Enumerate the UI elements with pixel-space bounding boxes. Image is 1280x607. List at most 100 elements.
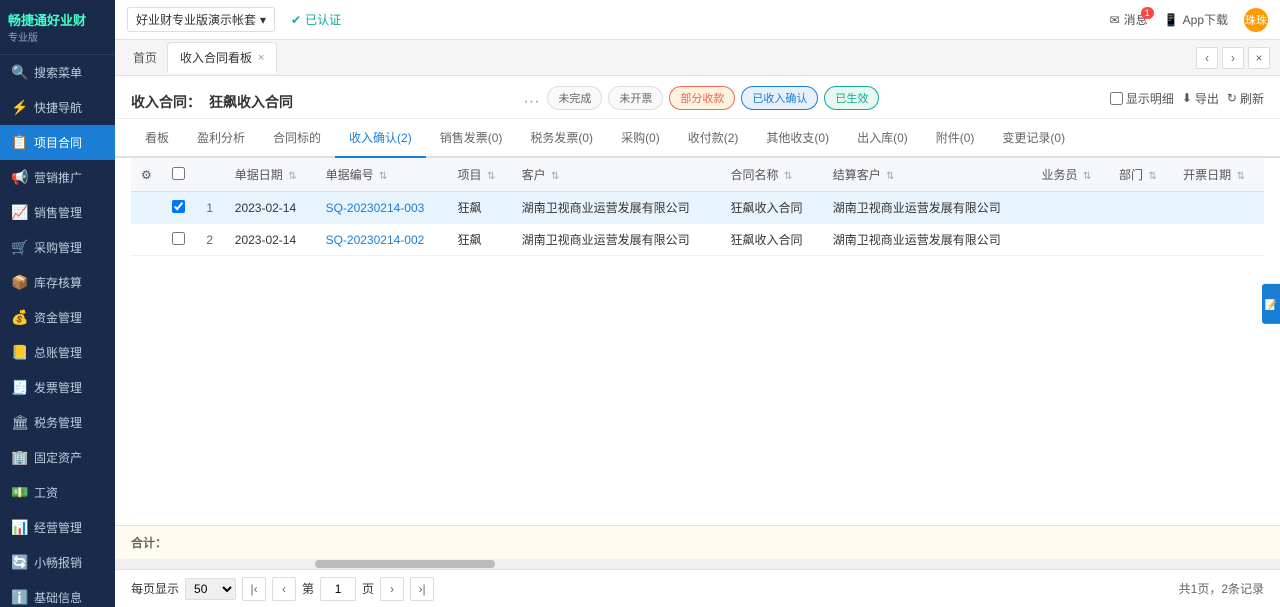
order-link[interactable]: SQ-20230214-003: [326, 201, 425, 215]
more-icon[interactable]: ···: [523, 93, 539, 111]
nav-icon: 🛒: [12, 240, 28, 256]
subtab-收入确认(2)[interactable]: 收入确认(2): [335, 119, 426, 158]
sidebar-item-快捷导航[interactable]: ⚡ 快捷导航: [0, 90, 115, 125]
row-order-no[interactable]: SQ-20230214-003: [316, 192, 448, 224]
show-detail-label[interactable]: 显示明细: [1110, 90, 1174, 107]
nav-label: 销售管理: [34, 204, 82, 221]
download-icon: 📱: [1164, 13, 1179, 27]
status-btn-未完成[interactable]: 未完成: [547, 86, 602, 110]
sidebar-item-营销推广[interactable]: 📢营销推广: [0, 160, 115, 195]
sidebar-item-工资[interactable]: 💵工资: [0, 475, 115, 510]
nav-icon: 📢: [12, 170, 28, 186]
nav-label: 搜索菜单: [34, 64, 82, 81]
tab-prev-button[interactable]: ‹: [1196, 47, 1218, 69]
user-avatar-area[interactable]: 珠珠: [1244, 8, 1268, 32]
tab-close-icon[interactable]: ×: [258, 52, 264, 64]
row-checkbox[interactable]: [172, 232, 185, 245]
next-page-button[interactable]: ›: [380, 577, 404, 601]
sidebar-item-搜索菜单[interactable]: 🔍搜索菜单: [0, 55, 115, 90]
col-department: 部门 ⇅: [1109, 158, 1173, 192]
nav-icon: 🧾: [12, 380, 28, 396]
sidebar-item-总账管理[interactable]: 📒总账管理: [0, 335, 115, 370]
home-tab[interactable]: 首页: [125, 43, 165, 72]
col-contract-name: 合同名称 ⇅: [720, 158, 822, 192]
nav-label: 项目合同: [34, 134, 82, 151]
sidebar-item-销售管理[interactable]: 📈销售管理: [0, 195, 115, 230]
col-project: 项目 ⇅: [447, 158, 511, 192]
tab-close-button[interactable]: ×: [1248, 47, 1270, 69]
side-note-icon[interactable]: 📝: [1262, 283, 1280, 323]
message-badge: 1: [1141, 7, 1154, 19]
subtab-看板[interactable]: 看板: [131, 119, 183, 158]
company-name: 好业财专业版演示帐套: [136, 11, 256, 28]
table-row[interactable]: 2 2023-02-14 SQ-20230214-002 狂飙 湖南卫视商业运营…: [131, 224, 1264, 256]
last-page-button[interactable]: ›|: [410, 577, 434, 601]
subtab-税务发票(0)[interactable]: 税务发票(0): [516, 119, 607, 158]
subtab-收付款(2)[interactable]: 收付款(2): [674, 119, 753, 158]
nav-icon: ⚡: [12, 100, 28, 116]
nav-label: 发票管理: [34, 379, 82, 396]
sidebar-item-小畅报销[interactable]: 🔄小畅报销: [0, 545, 115, 580]
company-selector[interactable]: 好业财专业版演示帐套 ▾: [127, 7, 275, 32]
subtab-其他收支(0)[interactable]: 其他收支(0): [752, 119, 843, 158]
prev-page-button[interactable]: ‹: [272, 577, 296, 601]
table-header-row: ⚙ 单据日期 ⇅ 单据编号 ⇅ 项目 ⇅ 客户 ⇅ 合同名称 ⇅ 结算客户 ⇅ …: [131, 158, 1264, 192]
sidebar-item-资金管理[interactable]: 💰资金管理: [0, 300, 115, 335]
page-size-select[interactable]: 50 20 100: [185, 578, 236, 600]
row-contract-name: 狂飙收入合同: [720, 224, 822, 256]
status-btn-未开票[interactable]: 未开票: [608, 86, 663, 110]
subtab-出入库(0)[interactable]: 出入库(0): [843, 119, 922, 158]
sidebar-item-基础信息[interactable]: ℹ️基础信息: [0, 580, 115, 607]
col-checkbox: [162, 158, 195, 192]
subtab-合同标的[interactable]: 合同标的: [259, 119, 335, 158]
nav-label: 快捷导航: [34, 99, 82, 116]
page-input[interactable]: [320, 577, 356, 601]
sidebar-item-库存核算[interactable]: 📦库存核算: [0, 265, 115, 300]
row-checkbox-cell[interactable]: [162, 224, 195, 256]
row-checkbox-cell[interactable]: [162, 192, 195, 224]
scrollbar-thumb[interactable]: [315, 560, 495, 568]
active-tab[interactable]: 收入合同看板 ×: [167, 42, 277, 73]
nav-icon: 🏛: [12, 415, 28, 431]
export-button[interactable]: ⬇ 导出: [1182, 90, 1219, 107]
refresh-button[interactable]: ↻ 刷新: [1227, 90, 1264, 107]
topbar-right: ✉ 1 消息 📱 App下载 珠珠: [1110, 8, 1268, 32]
contract-prefix: 收入合同：: [131, 92, 201, 112]
sidebar-nav: 🔍搜索菜单 ⚡ 快捷导航 📋项目合同📢营销推广📈销售管理🛒采购管理📦库存核算💰资金管理…: [0, 55, 115, 607]
status-btn-已生效[interactable]: 已生效: [824, 86, 879, 110]
sidebar-item-发票管理[interactable]: 🧾 发票管理: [0, 370, 115, 405]
status-btn-已收入确认[interactable]: 已收入确认: [741, 86, 818, 110]
order-link[interactable]: SQ-20230214-002: [326, 233, 425, 247]
col-settlement-customer: 结算客户 ⇅: [823, 158, 1032, 192]
sidebar-item-固定资产[interactable]: 🏢固定资产: [0, 440, 115, 475]
nav-icon: 📒: [12, 345, 28, 361]
subtab-附件(0)[interactable]: 附件(0): [922, 119, 989, 158]
tab-next-button[interactable]: ›: [1222, 47, 1244, 69]
first-page-button[interactable]: |‹: [242, 577, 266, 601]
subtab-采购(0)[interactable]: 采购(0): [607, 119, 674, 158]
subtab-变更记录(0)[interactable]: 变更记录(0): [988, 119, 1079, 158]
sidebar-item-采购管理[interactable]: 🛒采购管理: [0, 230, 115, 265]
verified-badge: ✔ 已认证: [291, 11, 341, 28]
row-checkbox[interactable]: [172, 200, 185, 213]
pagination: 每页显示 50 20 100 |‹ ‹ 第 页 › ›| 共1页，2条记录: [115, 569, 1280, 607]
row-order-no[interactable]: SQ-20230214-002: [316, 224, 448, 256]
sidebar-item-税务管理[interactable]: 🏛税务管理: [0, 405, 115, 440]
message-button[interactable]: ✉ 1 消息: [1110, 11, 1148, 28]
table-container[interactable]: ⚙ 单据日期 ⇅ 单据编号 ⇅ 项目 ⇅ 客户 ⇅ 合同名称 ⇅ 结算客户 ⇅ …: [115, 158, 1280, 525]
sidebar-item-经营管理[interactable]: 📊经营管理: [0, 510, 115, 545]
subtab-销售发票(0)[interactable]: 销售发票(0): [426, 119, 517, 158]
app-download-button[interactable]: 📱 App下载: [1164, 11, 1228, 28]
status-btn-部分收款[interactable]: 部分收款: [669, 86, 735, 110]
show-detail-checkbox[interactable]: [1110, 92, 1123, 105]
row-project: 狂飙: [447, 224, 511, 256]
horizontal-scrollbar[interactable]: [115, 559, 1280, 569]
table-row[interactable]: 1 2023-02-14 SQ-20230214-003 狂飙 湖南卫视商业运营…: [131, 192, 1264, 224]
refresh-icon: ↻: [1227, 91, 1237, 105]
select-all-checkbox[interactable]: [172, 167, 185, 180]
sidebar-item-项目合同[interactable]: 📋项目合同: [0, 125, 115, 160]
subtab-盈利分析[interactable]: 盈利分析: [183, 119, 259, 158]
status-buttons: 未完成未开票部分收款已收入确认已生效: [547, 86, 879, 118]
nav-icon: 💰: [12, 310, 28, 326]
nav-label: 固定资产: [34, 449, 82, 466]
